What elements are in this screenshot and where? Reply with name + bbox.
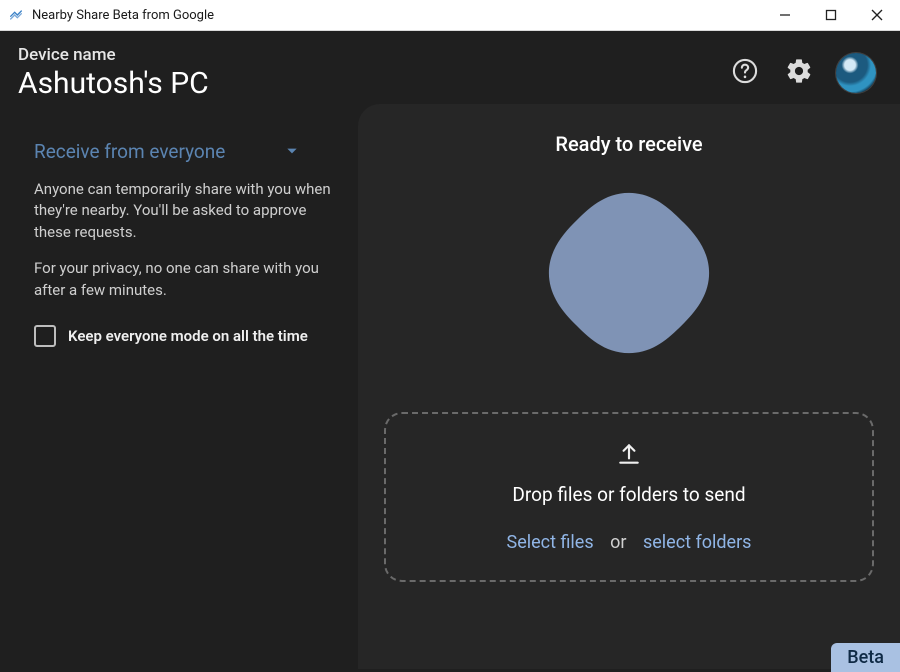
window-title: Nearby Share Beta from Google — [32, 8, 214, 23]
visibility-description-2: For your privacy, no one can share with … — [34, 258, 334, 302]
settings-button[interactable] — [782, 56, 816, 90]
device-name-value: Ashutosh's PC — [18, 67, 209, 102]
device-name-label: Device name — [18, 45, 209, 65]
device-blob-icon — [540, 184, 718, 366]
visibility-dropdown[interactable]: Receive from everyone — [34, 140, 299, 163]
keep-everyone-checkbox-label: Keep everyone mode on all the time — [68, 327, 308, 345]
keep-everyone-checkbox[interactable] — [34, 325, 56, 347]
chevron-down-icon — [285, 140, 299, 163]
help-button[interactable] — [728, 56, 762, 90]
visibility-panel: Receive from everyone Anyone can tempora… — [0, 112, 358, 669]
device-info: Device name Ashutosh's PC — [18, 45, 209, 102]
help-icon — [731, 57, 759, 89]
close-button[interactable] — [854, 0, 900, 30]
dropzone-or: or — [610, 532, 626, 553]
beta-badge: Beta — [831, 643, 900, 672]
gear-icon — [785, 57, 813, 89]
receive-panel: Ready to receive Drop files or folders t… — [358, 104, 900, 669]
dropzone-links: Select files or select folders — [507, 532, 752, 553]
visibility-description-1: Anyone can temporarily share with you wh… — [34, 179, 334, 244]
select-folders-link[interactable]: select folders — [643, 532, 752, 553]
maximize-button[interactable] — [808, 0, 854, 30]
app-icon — [8, 7, 24, 23]
app-header: Device name Ashutosh's PC — [0, 31, 900, 112]
select-files-link[interactable]: Select files — [507, 532, 594, 553]
dropzone[interactable]: Drop files or folders to send Select fil… — [384, 412, 874, 582]
dropzone-title: Drop files or folders to send — [512, 483, 745, 506]
window-titlebar: Nearby Share Beta from Google — [0, 0, 900, 31]
minimize-button[interactable] — [762, 0, 808, 30]
account-avatar[interactable] — [836, 53, 876, 93]
ready-status: Ready to receive — [384, 132, 874, 156]
visibility-dropdown-label: Receive from everyone — [34, 140, 225, 163]
window-controls — [762, 0, 900, 30]
upload-icon — [616, 441, 642, 471]
